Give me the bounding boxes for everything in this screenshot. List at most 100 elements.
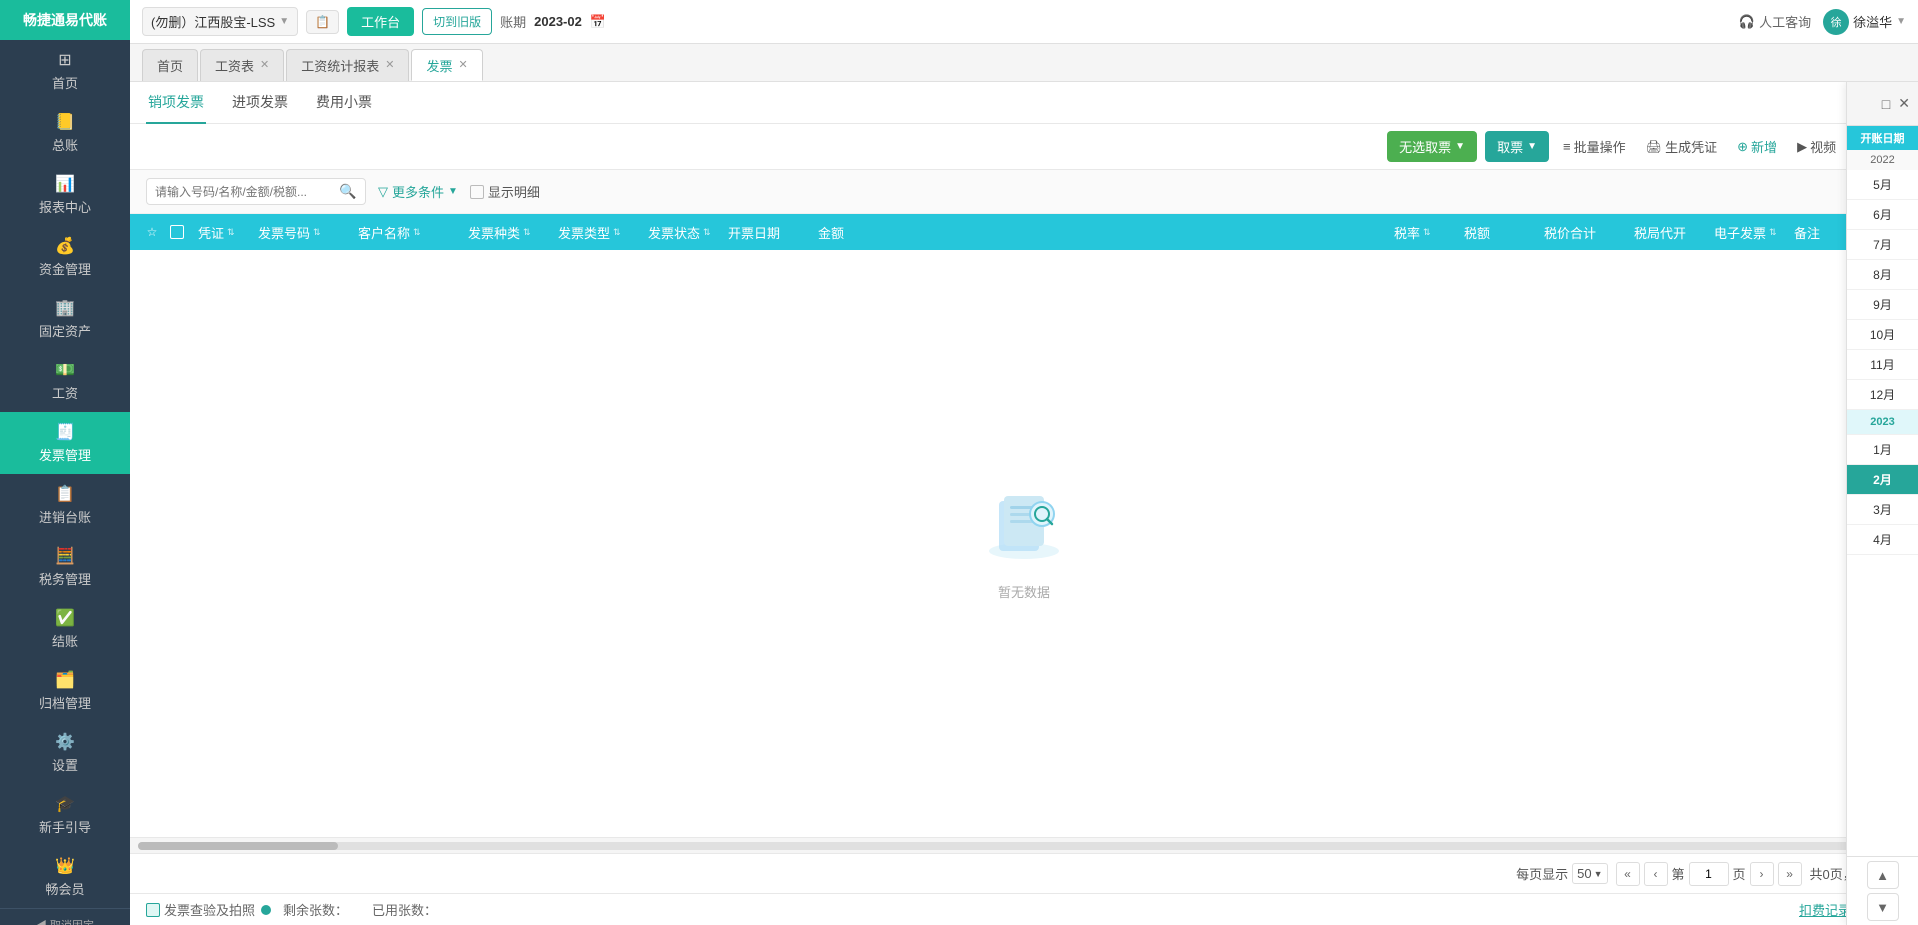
sidebar-item-结账[interactable]: ✅结账 [0, 598, 130, 660]
tab-close-发票[interactable]: ✕ [459, 60, 468, 71]
company-selector[interactable]: (勿删）江西股宝-LSS ▼ [142, 7, 298, 36]
tab-label-工资统计报表: 工资统计报表 [301, 56, 379, 75]
sidebar-item-工资[interactable]: 💵工资 [0, 350, 130, 412]
workspace-button[interactable]: 工作台 [347, 7, 414, 36]
search-icon[interactable]: 🔍 [339, 183, 356, 200]
user-info[interactable]: 徐 徐溢华 ▼ [1823, 9, 1906, 35]
select-button[interactable]: 取票 ▼ [1485, 131, 1549, 162]
th-remark: 备注 [1790, 223, 1850, 242]
sidebar-item-新手引导[interactable]: 🎓新手引导 [0, 784, 130, 846]
page-number-input[interactable] [1689, 862, 1729, 886]
date-month-2023-2月[interactable]: 2月 [1847, 465, 1918, 495]
search-input[interactable] [155, 185, 335, 199]
toolbar-right: 无选取票 ▼ 取票 ▼ ≡ 批量操作 🖨 生成凭证 ⊕ 新增 [146, 131, 1902, 162]
headset-icon: 🎧 [1739, 14, 1755, 30]
date-month-2022-7月[interactable]: 7月 [1847, 230, 1918, 260]
tab-close-工资表[interactable]: ✕ [260, 60, 269, 71]
sidebar-item-资金管理[interactable]: 💰资金管理 [0, 226, 130, 288]
date-panel-expand-button[interactable]: □ [1880, 94, 1892, 114]
tab-工资统计报表[interactable]: 工资统计报表 ✕ [286, 49, 409, 81]
th-invoice-type-filter-icon[interactable]: ⇅ [523, 227, 531, 238]
scroll-bar-area[interactable] [130, 837, 1918, 853]
date-year-2022[interactable]: 2022 [1847, 150, 1918, 170]
batch-op-button[interactable]: ≡ 批量操作 [1557, 132, 1632, 161]
invoice-check-checkbox[interactable] [146, 903, 160, 917]
next-page-button[interactable]: › [1750, 862, 1774, 886]
sidebar-item-首页[interactable]: ⊞首页 [0, 40, 130, 102]
sidebar-item-报表中心[interactable]: 📊报表中心 [0, 164, 130, 226]
date-month-2022-12月[interactable]: 12月 [1847, 380, 1918, 410]
sidebar-label-总账: 总账 [52, 135, 78, 154]
first-page-button[interactable]: « [1616, 862, 1640, 886]
th-customer-filter-icon[interactable]: ⇅ [413, 227, 421, 238]
th-tax-rate-filter-icon[interactable]: ⇅ [1423, 227, 1431, 238]
prev-page-button[interactable]: ‹ [1644, 862, 1668, 886]
service-button[interactable]: 🎧 人工客询 [1739, 12, 1811, 31]
no-select-button[interactable]: 无选取票 ▼ [1387, 131, 1477, 162]
date-panel-close-button[interactable]: ✕ [1896, 93, 1912, 114]
filter-more-label: 更多条件 [392, 182, 444, 201]
new-button[interactable]: ⊕ 新增 [1731, 132, 1783, 161]
th-voucher-filter-icon[interactable]: ⇅ [227, 227, 235, 238]
sidebar-item-归档管理[interactable]: 🗂️归档管理 [0, 660, 130, 722]
tab-工资表[interactable]: 工资表 ✕ [200, 49, 284, 81]
th-invoice-cat-filter-icon[interactable]: ⇅ [613, 227, 621, 238]
sub-tab-销项发票[interactable]: 销项发票 [146, 82, 206, 124]
sub-tab-费用小票[interactable]: 费用小票 [314, 82, 374, 124]
page-navigation: « ‹ 第 页 › » [1616, 862, 1802, 886]
sidebar-icon-报表中心: 📊 [55, 174, 75, 194]
date-month-2022-10月[interactable]: 10月 [1847, 320, 1918, 350]
th-tax-total: 税价合计 [1540, 223, 1630, 242]
th-star[interactable]: ☆ [138, 225, 166, 239]
th-invoice-no-filter-icon[interactable]: ⇅ [313, 227, 321, 238]
date-month-2022-11月[interactable]: 11月 [1847, 350, 1918, 380]
tab-label-工资表: 工资表 [215, 56, 254, 75]
sidebar: 畅捷通易代账 ⊞首页📒总账📊报表中心💰资金管理🏢固定资产💵工资🧾发票管理📋进销台… [0, 0, 130, 925]
user-arrow-icon: ▼ [1896, 16, 1906, 27]
date-month-2023-1月[interactable]: 1月 [1847, 435, 1918, 465]
new-label: 新增 [1751, 137, 1777, 156]
tab-首页[interactable]: 首页 [142, 49, 198, 81]
last-page-button[interactable]: » [1778, 862, 1802, 886]
sidebar-item-设置[interactable]: ⚙️设置 [0, 722, 130, 784]
date-month-2022-8月[interactable]: 8月 [1847, 260, 1918, 290]
page-size-selector[interactable]: 每页显示 50 ▼ [1516, 863, 1607, 884]
sidebar-item-总账[interactable]: 📒总账 [0, 102, 130, 164]
date-month-2023-3月[interactable]: 3月 [1847, 495, 1918, 525]
th-tax-code-label: 税局代开 [1634, 223, 1686, 242]
tab-close-工资统计报表[interactable]: ✕ [385, 60, 394, 71]
scroll-thumb[interactable] [138, 842, 338, 850]
sidebar-item-发票管理[interactable]: 🧾发票管理 [0, 412, 130, 474]
show-detail-toggle[interactable]: 显示明细 [470, 182, 540, 201]
sidebar-item-税务管理[interactable]: 🧮税务管理 [0, 536, 130, 598]
period-calendar-icon[interactable]: 📅 [590, 14, 606, 30]
per-page-select[interactable]: 50 ▼ [1572, 863, 1607, 884]
th-status-filter-icon[interactable]: ⇅ [703, 227, 711, 238]
tab-发票[interactable]: 发票✕ [411, 49, 482, 81]
show-detail-checkbox[interactable] [470, 185, 484, 199]
sidebar-item-进销台账[interactable]: 📋进销台账 [0, 474, 130, 536]
date-month-2022-9月[interactable]: 9月 [1847, 290, 1918, 320]
app-logo: 畅捷通易代账 [0, 0, 130, 40]
deduction-record-link[interactable]: 扣费记录 [1799, 900, 1851, 919]
old-version-button[interactable]: 切到旧版 [422, 8, 492, 35]
sidebar-item-畅会员[interactable]: 👑畅会员 [0, 846, 130, 908]
generate-voucher-button[interactable]: 🖨 生成凭证 [1640, 132, 1724, 161]
video-button[interactable]: ▶ 视频 [1791, 132, 1842, 161]
date-panel-down-button[interactable]: ▼ [1867, 893, 1899, 921]
date-year-2023[interactable]: 2023 [1847, 410, 1918, 435]
th-e-invoice-filter-icon[interactable]: ⇅ [1769, 227, 1777, 238]
copy-button[interactable]: 📋 [306, 10, 339, 34]
date-month-2022-5月[interactable]: 5月 [1847, 170, 1918, 200]
sidebar-item-固定资产[interactable]: 🏢固定资产 [0, 288, 130, 350]
sub-tab-进项发票[interactable]: 进项发票 [230, 82, 290, 124]
date-panel-up-button[interactable]: ▲ [1867, 861, 1899, 889]
th-checkbox-input[interactable] [170, 225, 184, 239]
date-month-2023-4月[interactable]: 4月 [1847, 525, 1918, 555]
th-checkbox[interactable] [166, 225, 194, 239]
scroll-track[interactable] [138, 842, 1910, 850]
sidebar-toggle[interactable]: ◀ 取消固定 [0, 908, 130, 925]
filter-more-button[interactable]: ▽ 更多条件 ▼ [378, 182, 458, 201]
date-month-2022-6月[interactable]: 6月 [1847, 200, 1918, 230]
search-box[interactable]: 🔍 [146, 178, 366, 205]
